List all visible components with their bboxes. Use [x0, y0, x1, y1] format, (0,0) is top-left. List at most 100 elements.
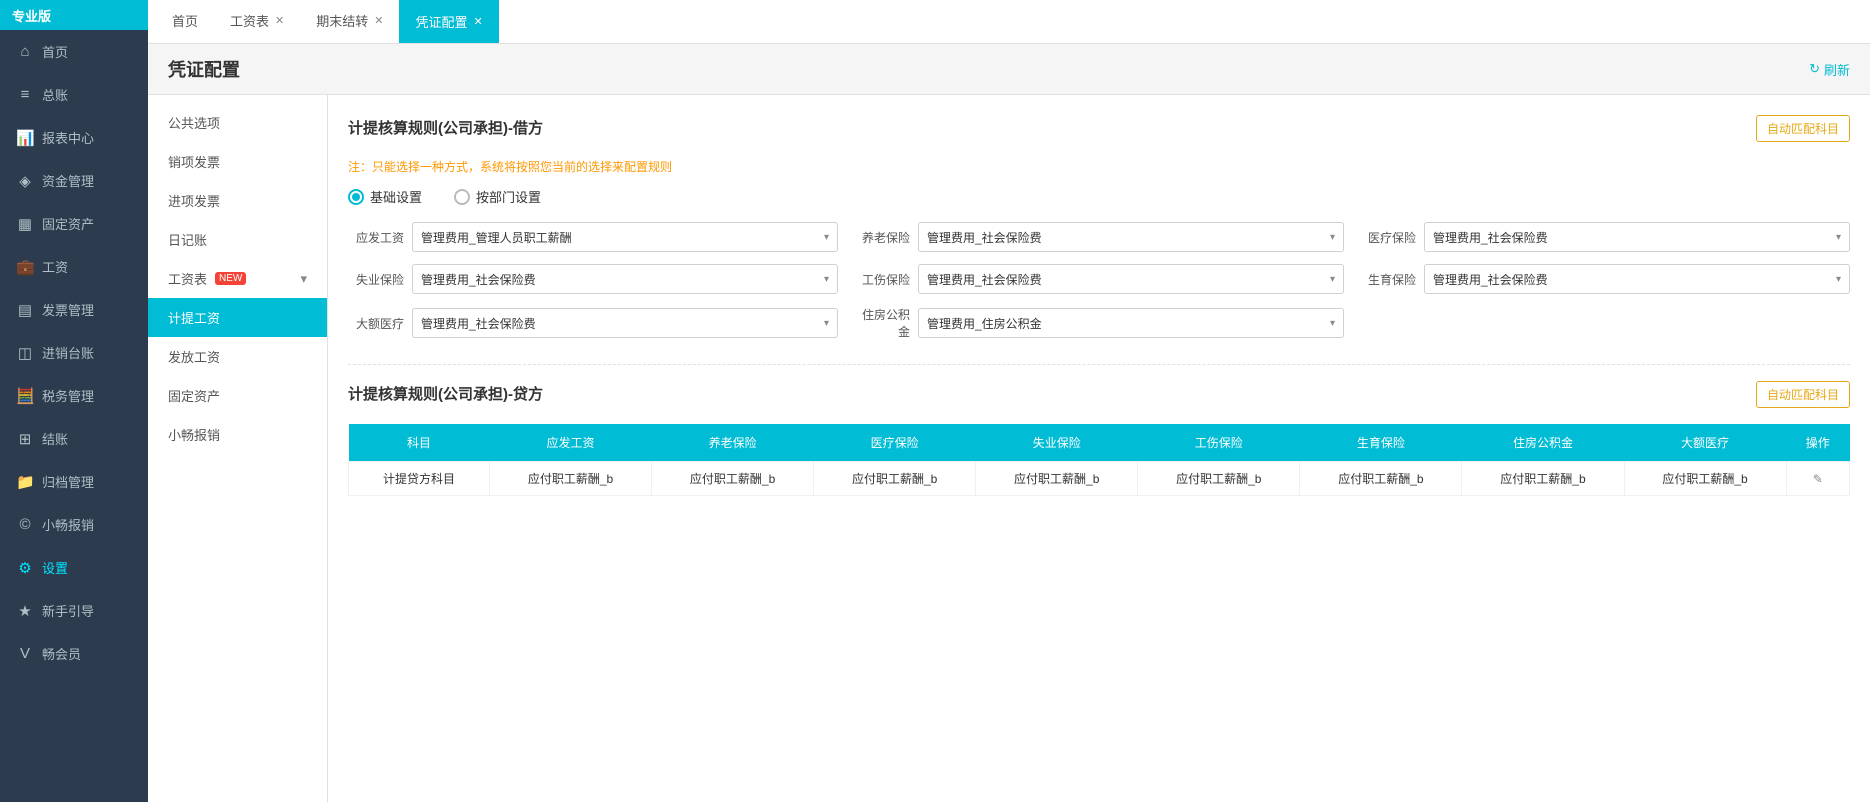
- sidebar-item-xiaochang[interactable]: © 小畅报销: [0, 503, 148, 546]
- td-shengyu: 应付职工薪酬_b: [1300, 462, 1462, 496]
- field-gongjijin-select[interactable]: 管理费用_住房公积金 ▾: [918, 308, 1344, 338]
- debit-form-grid: 应发工资 管理费用_管理人员职工薪酬 ▾ 养老保险 管理费用_社会保险费 ▾: [348, 222, 1850, 340]
- trade-icon: ◫: [16, 344, 34, 362]
- refresh-icon: ↻: [1809, 61, 1820, 77]
- sidebar-item-archive[interactable]: 📁 归档管理: [0, 460, 148, 503]
- field-shengyu-select[interactable]: 管理费用_社会保险费 ▾: [1424, 264, 1850, 294]
- debit-section-title: 计提核算规则(公司承担)-借方: [348, 117, 543, 138]
- left-nav-purchase-invoice[interactable]: 进项发票: [148, 181, 327, 220]
- td-edit[interactable]: ✎: [1786, 462, 1849, 496]
- field-gongjijin-label: 住房公积金: [854, 306, 910, 340]
- tab-voucher-config-close[interactable]: ✕: [474, 15, 483, 28]
- settings-icon: ⚙: [16, 559, 34, 577]
- funds-icon: ◈: [16, 172, 34, 190]
- edit-icon[interactable]: ✎: [1813, 472, 1823, 486]
- tab-voucher-config-label: 凭证配置: [415, 12, 467, 31]
- field-shiye-label: 失业保险: [348, 271, 404, 288]
- left-nav-public[interactable]: 公共选项: [148, 103, 327, 142]
- td-yiliao: 应付职工薪酬_b: [814, 462, 976, 496]
- radio-dept[interactable]: 按部门设置: [454, 187, 541, 206]
- credit-section-title: 计提核算规则(公司承担)-贷方: [348, 383, 543, 404]
- sidebar-item-close[interactable]: ⊞ 结账: [0, 417, 148, 460]
- field-daeliao: 大额医疗 管理费用_社会保险费 ▾: [348, 306, 838, 340]
- td-gongshang: 应付职工薪酬_b: [1138, 462, 1300, 496]
- credit-table: 科目 应发工资 养老保险 医疗保险 失业保险 工伤保险 生育保险 住房公积金 大…: [348, 424, 1850, 496]
- field-daeliao-value: 管理费用_社会保险费: [421, 315, 824, 332]
- sidebar-item-trade[interactable]: ◫ 进销台账: [0, 331, 148, 374]
- field-gongshang-select[interactable]: 管理费用_社会保险费 ▾: [918, 264, 1344, 294]
- sidebar-item-reports[interactable]: 📊 报表中心: [0, 116, 148, 159]
- sidebar-item-home[interactable]: ⌂ 首页: [0, 30, 148, 73]
- tab-salary-table-close[interactable]: ✕: [275, 14, 284, 27]
- radio-basic[interactable]: 基础设置: [348, 187, 422, 206]
- tab-salary-table[interactable]: 工资表 ✕: [214, 0, 300, 43]
- chevron-down-icon: ▾: [1836, 274, 1841, 285]
- left-nav-calc-salary[interactable]: 计提工资: [148, 298, 327, 337]
- radio-dept-label: 按部门设置: [476, 187, 541, 206]
- sidebar-item-salary[interactable]: 💼 工资: [0, 245, 148, 288]
- tab-salary-table-label: 工资表: [230, 11, 269, 30]
- sidebar-item-invoice-mgmt[interactable]: ▤ 发票管理: [0, 288, 148, 331]
- right-content: 计提核算规则(公司承担)-借方 自动匹配科目 注：只能选择一种方式，系统将按照您…: [328, 95, 1870, 802]
- field-shiye: 失业保险 管理费用_社会保险费 ▾: [348, 264, 838, 294]
- debit-radio-group: 基础设置 按部门设置: [348, 187, 1850, 206]
- left-nav-fixed-assets[interactable]: 固定资产: [148, 376, 327, 415]
- td-subject: 计提贷方科目: [349, 462, 490, 496]
- section-divider: [348, 364, 1850, 365]
- tab-voucher-config[interactable]: 凭证配置 ✕: [399, 0, 498, 43]
- xiaochang-icon: ©: [16, 516, 34, 533]
- table-row: 计提贷方科目 应付职工薪酬_b 应付职工薪酬_b 应付职工薪酬_b 应付职工薪酬…: [349, 462, 1850, 496]
- invoice-mgmt-icon: ▤: [16, 301, 34, 319]
- ledger-icon: ≡: [16, 86, 34, 103]
- field-shengyu-label: 生育保险: [1360, 271, 1416, 288]
- left-nav-pay-salary[interactable]: 发放工资: [148, 337, 327, 376]
- sidebar-item-guide[interactable]: ★ 新手引导: [0, 589, 148, 632]
- field-yanglao-select[interactable]: 管理费用_社会保险费 ▾: [918, 222, 1344, 252]
- sidebar-item-settings[interactable]: ⚙ 设置: [0, 546, 148, 589]
- th-yiliao: 医疗保险: [814, 424, 976, 462]
- refresh-button[interactable]: ↻ 刷新: [1809, 60, 1850, 79]
- credit-auto-match-button[interactable]: 自动匹配科目: [1756, 381, 1850, 408]
- sidebar-item-assets[interactable]: ▦ 固定资产: [0, 202, 148, 245]
- debit-auto-match-button[interactable]: 自动匹配科目: [1756, 115, 1850, 142]
- left-nav-salary-table[interactable]: 工资表 NEW ▾: [148, 259, 327, 298]
- tab-bar: 首页 工资表 ✕ 期末结转 ✕ 凭证配置 ✕: [148, 0, 1870, 44]
- th-action: 操作: [1786, 424, 1849, 462]
- tab-period-close-close[interactable]: ✕: [374, 14, 383, 27]
- refresh-label: 刷新: [1824, 60, 1850, 79]
- field-yanglao: 养老保险 管理费用_社会保险费 ▾: [854, 222, 1344, 252]
- field-shiye-select[interactable]: 管理费用_社会保险费 ▾: [412, 264, 838, 294]
- tab-home[interactable]: 首页: [156, 0, 214, 43]
- table-header-row: 科目 应发工资 养老保险 医疗保险 失业保险 工伤保险 生育保险 住房公积金 大…: [349, 424, 1850, 462]
- sidebar-item-label: 归档管理: [42, 472, 94, 491]
- sidebar-item-label: 工资: [42, 257, 68, 276]
- left-nav-expense[interactable]: 小畅报销: [148, 415, 327, 454]
- field-yingfa-gongzi: 应发工资 管理费用_管理人员职工薪酬 ▾: [348, 222, 838, 252]
- field-yiliao-select[interactable]: 管理费用_社会保险费 ▾: [1424, 222, 1850, 252]
- radio-basic-label: 基础设置: [370, 187, 422, 206]
- th-subject: 科目: [349, 424, 490, 462]
- sidebar-item-vip[interactable]: V 畅会员: [0, 632, 148, 675]
- sidebar-item-tax[interactable]: 🧮 税务管理: [0, 374, 148, 417]
- field-yingfa-value: 管理费用_管理人员职工薪酬: [421, 229, 824, 246]
- brand-label: 专业版: [12, 6, 51, 25]
- content-area: 公共选项 销项发票 进项发票 日记账 工资表 NEW ▾ 计提工资 发放工资: [148, 95, 1870, 802]
- salary-icon: 💼: [16, 258, 34, 276]
- left-nav-sales-invoice[interactable]: 销项发票: [148, 142, 327, 181]
- left-nav-journal[interactable]: 日记账: [148, 220, 327, 259]
- tab-period-close[interactable]: 期末结转 ✕: [300, 0, 399, 43]
- field-yanglao-value: 管理费用_社会保险费: [927, 229, 1330, 246]
- sidebar-item-ledger[interactable]: ≡ 总账: [0, 73, 148, 116]
- th-daeliao: 大额医疗: [1624, 424, 1786, 462]
- sidebar-item-label: 总账: [42, 85, 68, 104]
- sidebar-item-funds[interactable]: ◈ 资金管理: [0, 159, 148, 202]
- sidebar-item-label: 小畅报销: [42, 515, 94, 534]
- field-yanglao-label: 养老保险: [854, 229, 910, 246]
- field-daeliao-select[interactable]: 管理费用_社会保险费 ▾: [412, 308, 838, 338]
- tax-icon: 🧮: [16, 387, 34, 405]
- field-yingfa-select[interactable]: 管理费用_管理人员职工薪酬 ▾: [412, 222, 838, 252]
- sidebar-item-label: 资金管理: [42, 171, 94, 190]
- debit-section-header: 计提核算规则(公司承担)-借方 自动匹配科目: [348, 115, 1850, 150]
- th-gongjijin: 住房公积金: [1462, 424, 1624, 462]
- sidebar: 专业版 ⌂ 首页 ≡ 总账 📊 报表中心 ◈ 资金管理 ▦ 固定资产 💼 工资 …: [0, 0, 148, 802]
